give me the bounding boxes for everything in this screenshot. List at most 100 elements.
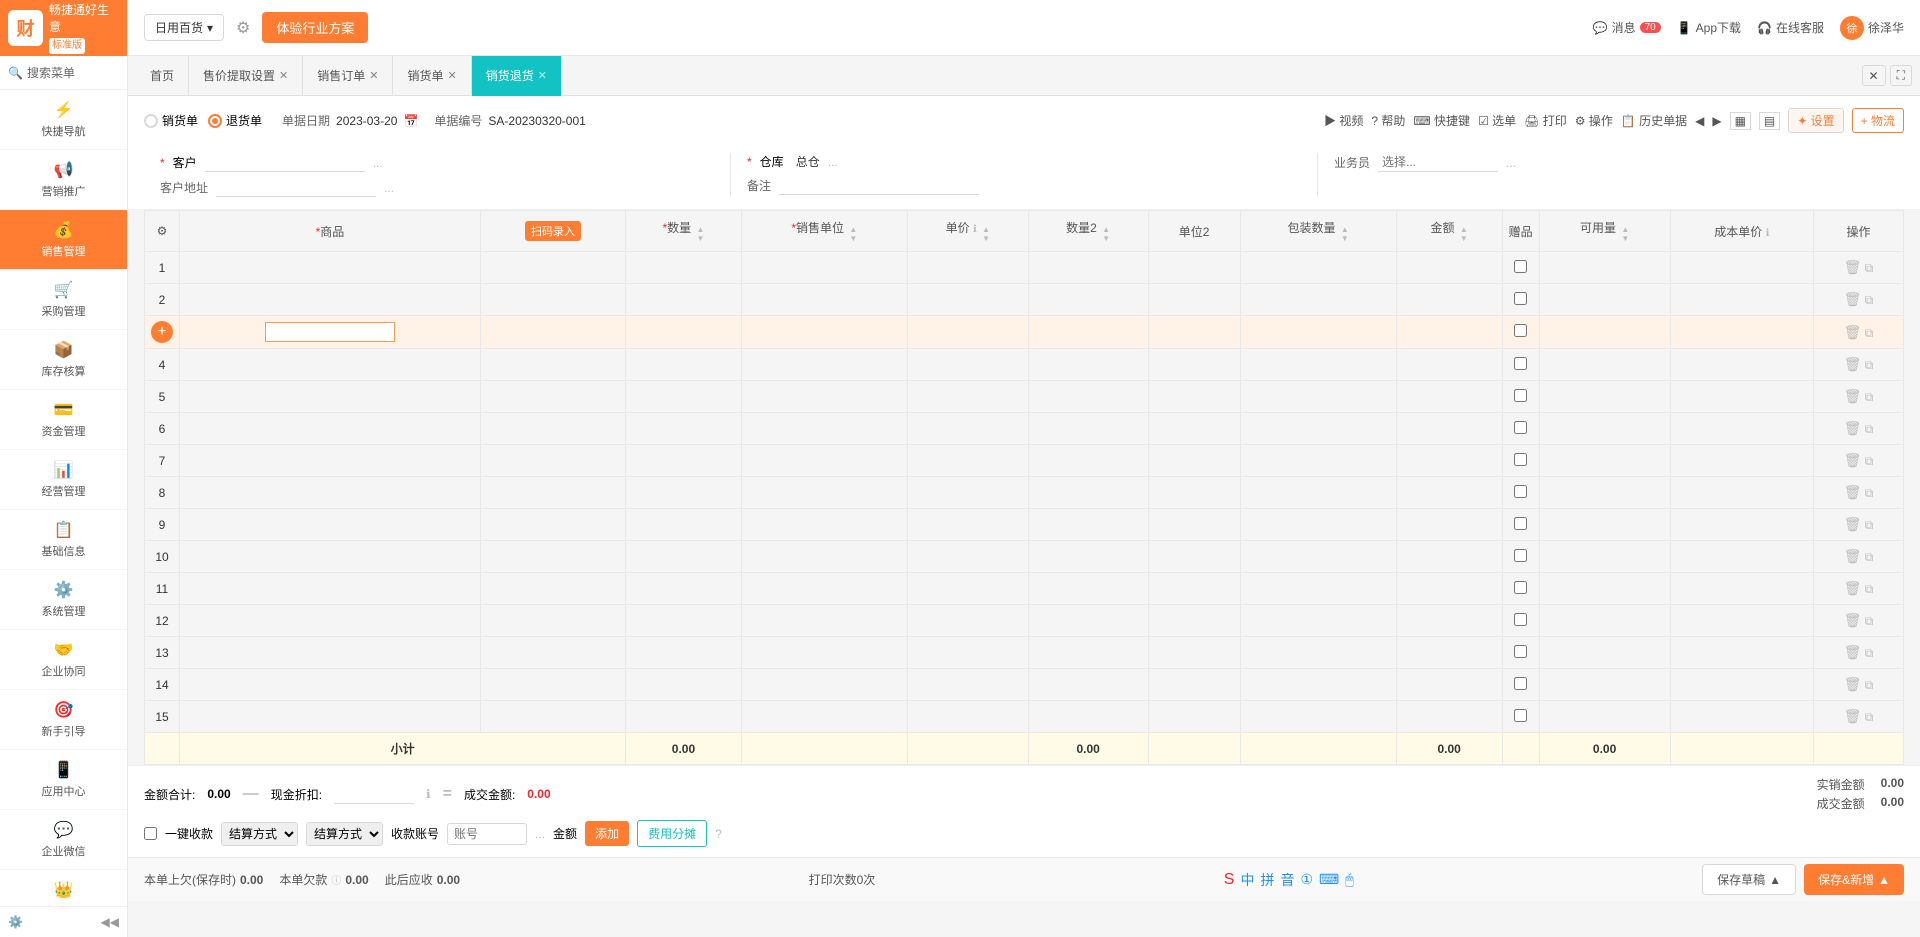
settings-header-icon[interactable]: ⚙ (236, 18, 250, 38)
tab-home[interactable]: 首页 (136, 56, 189, 96)
delete-row-icon[interactable]: 🗑 (1844, 388, 1862, 404)
delete-row-icon[interactable]: 🗑 (1844, 516, 1862, 532)
remark-input[interactable] (779, 176, 979, 195)
tool-voice[interactable]: 音 (1280, 870, 1294, 890)
goods-cell[interactable] (180, 445, 481, 477)
sidebar-item-wechat[interactable]: 💬 企业微信 (0, 810, 127, 870)
goods-cell[interactable] (180, 637, 481, 669)
copy-row-icon[interactable]: ⧉ (1865, 518, 1874, 532)
sidebar-item-sales[interactable]: 💰 销售管理 (0, 210, 127, 270)
delete-row-icon[interactable]: 🗑 (1844, 612, 1862, 628)
goods-cell[interactable] (180, 316, 481, 349)
customer-input[interactable] (205, 153, 365, 172)
user-menu[interactable]: 徐 徐泽华 (1840, 16, 1904, 40)
gift-cell[interactable] (1502, 637, 1539, 669)
goods-cell[interactable] (180, 509, 481, 541)
gift-cell[interactable] (1502, 669, 1539, 701)
settlement-method-select[interactable]: 结算方式 (221, 822, 298, 846)
gift-checkbox[interactable] (1514, 613, 1527, 626)
amount-sort[interactable]: ▲▼ (1460, 225, 1468, 243)
close-sales-return[interactable]: ✕ (538, 69, 547, 82)
shortcut-link[interactable]: ⌨ 快捷键 (1413, 112, 1470, 129)
avail-sort[interactable]: ▲▼ (1621, 225, 1629, 243)
app-download-btn[interactable]: 📱 App下载 (1677, 19, 1741, 36)
goods-cell[interactable] (180, 541, 481, 573)
radio-sales[interactable]: 销货单 (144, 112, 198, 129)
goods-cell[interactable] (180, 669, 481, 701)
account-dots[interactable]: ... (535, 827, 545, 841)
gift-cell[interactable] (1502, 605, 1539, 637)
close-tab-btn[interactable]: ✕ (1862, 65, 1886, 86)
tool-keyboard[interactable]: ⌨ (1319, 871, 1339, 888)
price-sort[interactable]: ▲▼ (982, 225, 990, 243)
gift-checkbox[interactable] (1514, 357, 1527, 370)
delete-row-icon[interactable]: 🗑 (1844, 452, 1862, 468)
copy-row-icon[interactable]: ⧉ (1865, 261, 1874, 275)
copy-row-icon[interactable]: ⧉ (1865, 358, 1874, 372)
gift-checkbox[interactable] (1514, 709, 1527, 722)
goods-cell[interactable] (180, 349, 481, 381)
col-settings[interactable]: ⚙ (145, 211, 180, 252)
copy-row-icon[interactable]: ⧉ (1865, 454, 1874, 468)
delete-row-icon[interactable]: 🗑 (1844, 548, 1862, 564)
gift-checkbox[interactable] (1514, 581, 1527, 594)
history-link[interactable]: 📋 历史单据 (1621, 112, 1687, 129)
sidebar-item-operation[interactable]: 📊 经营管理 (0, 450, 127, 510)
delete-row-icon[interactable]: 🗑 (1844, 259, 1862, 275)
maximize-tab-btn[interactable]: ⛶ (1890, 65, 1912, 86)
view-list-btn[interactable]: ▤ (1759, 112, 1780, 130)
gift-checkbox[interactable] (1514, 389, 1527, 402)
copy-row-icon[interactable]: ⧉ (1865, 390, 1874, 404)
gift-cell[interactable] (1502, 541, 1539, 573)
gift-cell[interactable] (1502, 252, 1539, 284)
copy-row-icon[interactable]: ⧉ (1865, 646, 1874, 660)
one-click-payment-checkbox[interactable] (144, 827, 157, 840)
copy-row-icon[interactable]: ⧉ (1865, 486, 1874, 500)
sidebar-item-member[interactable]: 👑 畅会员 (0, 870, 127, 906)
calc-method-select[interactable]: 结算方式 (306, 822, 383, 846)
gift-cell[interactable] (1502, 413, 1539, 445)
tool-1[interactable]: ① (1300, 871, 1313, 888)
tab-sales-delivery[interactable]: 销货单 ✕ (393, 56, 471, 96)
delete-row-icon[interactable]: 🗑 (1844, 324, 1862, 340)
operate-link[interactable]: ⚙ 操作 (1575, 112, 1613, 129)
copy-row-icon[interactable]: ⧉ (1865, 326, 1874, 340)
save-draft-btn[interactable]: 保存草稿 ▲ (1702, 864, 1796, 895)
sidebar-item-finance[interactable]: 💳 资金管理 (0, 390, 127, 450)
sidebar-item-basic[interactable]: 📋 基础信息 (0, 510, 127, 570)
logistics-btn[interactable]: + 物流 (1852, 108, 1904, 133)
warehouse-dots[interactable]: ... (828, 155, 838, 169)
close-price-setting[interactable]: ✕ (279, 69, 288, 82)
gift-checkbox[interactable] (1514, 324, 1527, 337)
next-btn[interactable]: ▶ (1712, 114, 1721, 128)
delete-row-icon[interactable]: 🗑 (1844, 708, 1862, 724)
gift-cell[interactable] (1502, 573, 1539, 605)
qty2-sort[interactable]: ▲▼ (1102, 225, 1110, 243)
message-btn[interactable]: 💬 消息 70 (1593, 19, 1661, 36)
delete-row-icon[interactable]: 🗑 (1844, 644, 1862, 660)
sidebar-item-inventory[interactable]: 📦 库存核算 (0, 330, 127, 390)
gift-cell[interactable] (1502, 349, 1539, 381)
sidebar-item-purchase[interactable]: 🛒 采购管理 (0, 270, 127, 330)
account-input[interactable] (447, 823, 527, 845)
address-dots[interactable]: ... (384, 181, 394, 195)
gift-checkbox[interactable] (1514, 453, 1527, 466)
salesperson-input[interactable] (1378, 153, 1498, 172)
gift-checkbox[interactable] (1514, 517, 1527, 530)
copy-row-icon[interactable]: ⧉ (1865, 582, 1874, 596)
sidebar-item-guide[interactable]: 🎯 新手引导 (0, 690, 127, 750)
copy-row-icon[interactable]: ⧉ (1865, 422, 1874, 436)
goods-cell[interactable] (180, 252, 481, 284)
gift-checkbox[interactable] (1514, 549, 1527, 562)
discount-input[interactable] (334, 785, 414, 804)
goods-cell[interactable] (180, 701, 481, 733)
delete-row-icon[interactable]: 🗑 (1844, 676, 1862, 692)
goods-cell[interactable] (180, 573, 481, 605)
gift-checkbox[interactable] (1514, 260, 1527, 273)
tab-sales-order[interactable]: 销售订单 ✕ (303, 56, 393, 96)
prev-btn[interactable]: ◀ (1695, 114, 1704, 128)
delete-row-icon[interactable]: 🗑 (1844, 580, 1862, 596)
copy-row-icon[interactable]: ⧉ (1865, 550, 1874, 564)
video-link[interactable]: ▶ 视频 (1324, 112, 1363, 129)
tab-price-setting[interactable]: 售价提取设置 ✕ (189, 56, 303, 96)
